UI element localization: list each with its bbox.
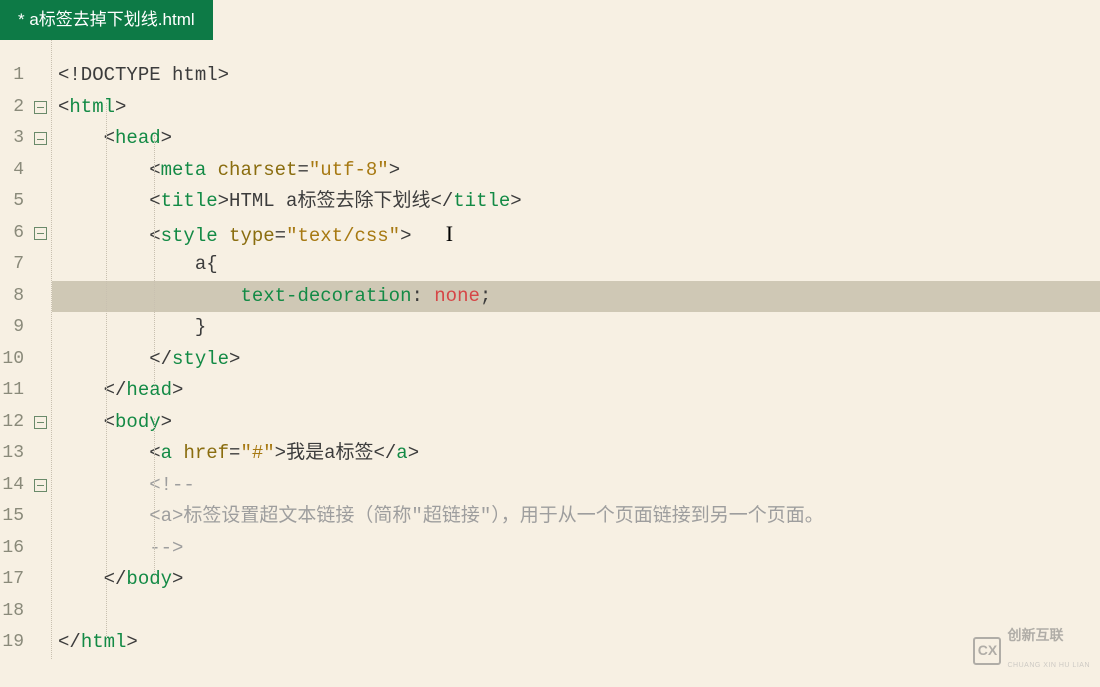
line-number: 1 (0, 60, 24, 92)
line-number: 18 (0, 596, 24, 628)
code-line[interactable]: } (52, 312, 1100, 344)
line-number: 2 (0, 92, 24, 124)
code-line[interactable]: <html> (52, 92, 1100, 124)
code-line[interactable]: a{ (52, 249, 1100, 281)
code-line[interactable] (52, 596, 1100, 628)
fold-toggle-icon[interactable] (34, 479, 47, 492)
line-number: 13 (0, 438, 24, 470)
fold-toggle-icon[interactable] (34, 132, 47, 145)
code-line[interactable]: </style> (52, 344, 1100, 376)
line-number: 3 (0, 123, 24, 155)
fold-toggle-icon[interactable] (34, 227, 47, 240)
code-line[interactable]: <a>标签设置超文本链接（简称"超链接"），用于从一个页面链接到另一个页面。 (52, 501, 1100, 533)
code-line[interactable]: </html> (52, 627, 1100, 659)
fold-toggle-icon[interactable] (34, 101, 47, 114)
tab-bar: * a标签去掉下划线.html (0, 0, 1100, 40)
code-line[interactable]: <!DOCTYPE html> (52, 60, 1100, 92)
code-line[interactable]: <body> (52, 407, 1100, 439)
code-line[interactable]: --> (52, 533, 1100, 565)
code-line[interactable]: <title>HTML a标签去除下划线</title> (52, 186, 1100, 218)
code-line[interactable]: </head> (52, 375, 1100, 407)
code-line[interactable]: <a href="#">我是a标签</a> (52, 438, 1100, 470)
line-number: 17 (0, 564, 24, 596)
line-number: 7 (0, 249, 24, 281)
line-number: 12 (0, 407, 24, 439)
file-tab-label: * a标签去掉下划线.html (18, 4, 195, 36)
code-line-active[interactable]: text-decoration: none; (52, 281, 1100, 313)
line-number: 19 (0, 627, 24, 659)
line-number: 16 (0, 533, 24, 565)
line-number: 5 (0, 186, 24, 218)
fold-toggle-icon[interactable] (34, 416, 47, 429)
code-line[interactable]: </body> (52, 564, 1100, 596)
watermark: CX 创新互联 CHUANG XIN HU LIAN (973, 620, 1090, 681)
text-cursor-icon: I (446, 221, 453, 246)
watermark-subtext: CHUANG XIN HU LIAN (1007, 650, 1090, 682)
line-number: 9 (0, 312, 24, 344)
line-number: 6 (0, 218, 24, 250)
watermark-logo-icon: CX (973, 637, 1001, 665)
code-line[interactable]: <!-- (52, 470, 1100, 502)
fold-gutter (30, 40, 52, 659)
line-number: 14 (0, 470, 24, 502)
line-number: 8 (0, 281, 24, 313)
code-content[interactable]: <!DOCTYPE html> <html> <head> <meta char… (52, 40, 1100, 659)
editor[interactable]: 1 2 3 4 5 6 7 8 9 10 11 12 13 14 15 16 1… (0, 40, 1100, 659)
line-number: 4 (0, 155, 24, 187)
file-tab[interactable]: * a标签去掉下划线.html (0, 0, 213, 40)
line-number: 15 (0, 501, 24, 533)
line-number-gutter: 1 2 3 4 5 6 7 8 9 10 11 12 13 14 15 16 1… (0, 40, 30, 659)
line-number: 10 (0, 344, 24, 376)
watermark-text: 创新互联 (1007, 620, 1090, 652)
code-line[interactable]: <style type="text/css"> I (52, 218, 1100, 250)
code-line[interactable]: <head> (52, 123, 1100, 155)
code-line[interactable]: <meta charset="utf-8"> (52, 155, 1100, 187)
line-number: 11 (0, 375, 24, 407)
